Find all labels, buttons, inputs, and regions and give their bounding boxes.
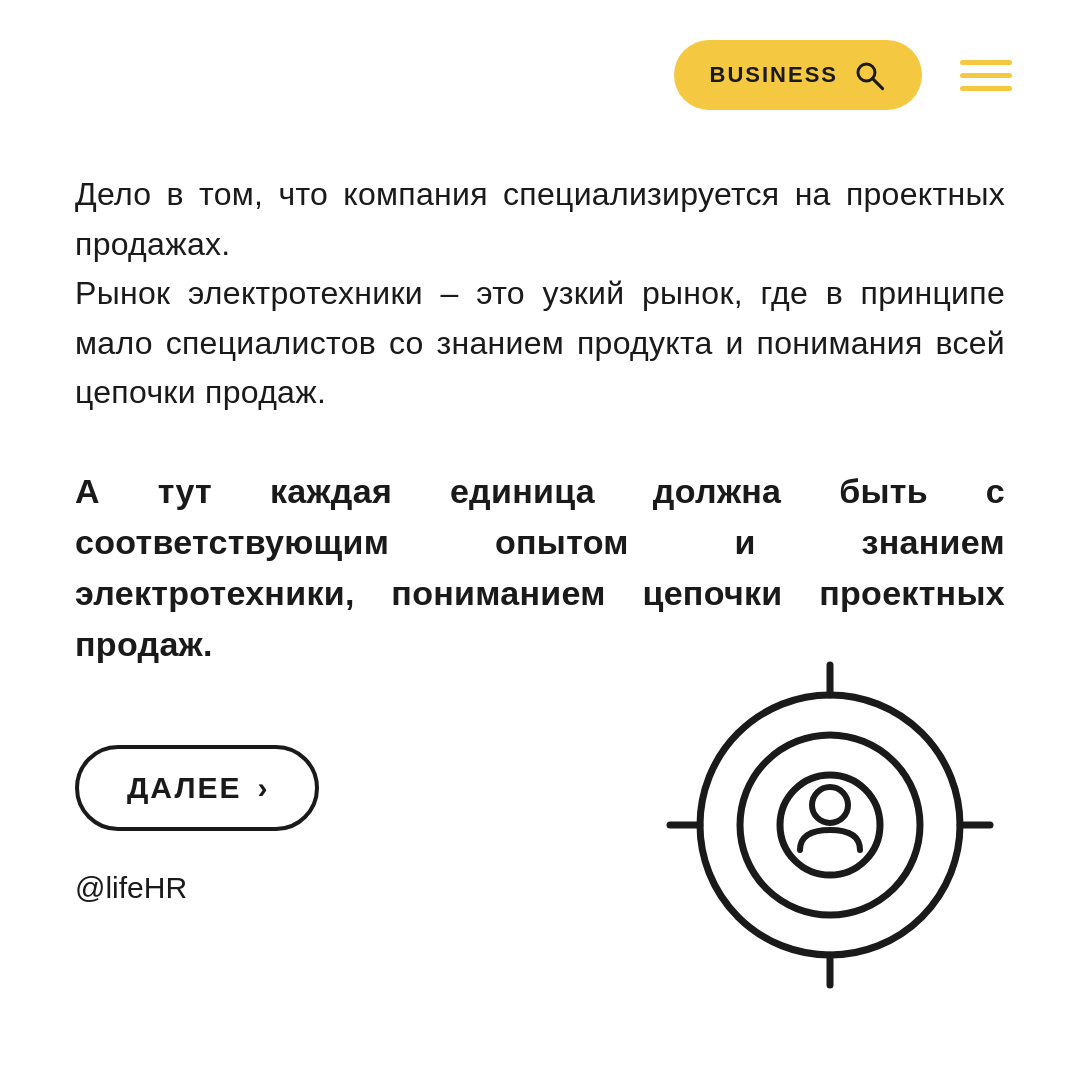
hamburger-menu[interactable] — [952, 52, 1020, 99]
dalec-button[interactable]: ДАЛЕЕ › — [75, 745, 319, 831]
left-bottom: ДАЛЕЕ › @lifeHR — [75, 745, 319, 905]
hamburger-line-2 — [960, 73, 1012, 78]
bottom-section: ДАЛЕЕ › @lifeHR — [0, 650, 1080, 1000]
svg-point-9 — [812, 787, 848, 823]
hamburger-line-3 — [960, 86, 1012, 91]
chevron-right-icon: › — [257, 771, 267, 805]
header: BUSINESS — [0, 0, 1080, 130]
target-icon-container — [655, 650, 1005, 1000]
search-pill[interactable]: BUSINESS — [674, 40, 922, 110]
dalec-label: ДАЛЕЕ — [127, 771, 241, 805]
handle-text: @lifeHR — [75, 871, 319, 905]
bold-paragraph: А тут каждая единица должна быть с соотв… — [75, 466, 1005, 670]
main-content: Дело в том, что компания специализируетс… — [0, 130, 1080, 670]
page-container: BUSINESS Дело в том, что компания специа… — [0, 0, 1080, 1080]
svg-line-1 — [872, 78, 882, 88]
search-label: BUSINESS — [710, 62, 838, 88]
hamburger-line-1 — [960, 60, 1012, 65]
target-icon — [660, 655, 1000, 995]
search-icon — [852, 58, 886, 92]
body-paragraph: Дело в том, что компания специализируетс… — [75, 170, 1005, 418]
